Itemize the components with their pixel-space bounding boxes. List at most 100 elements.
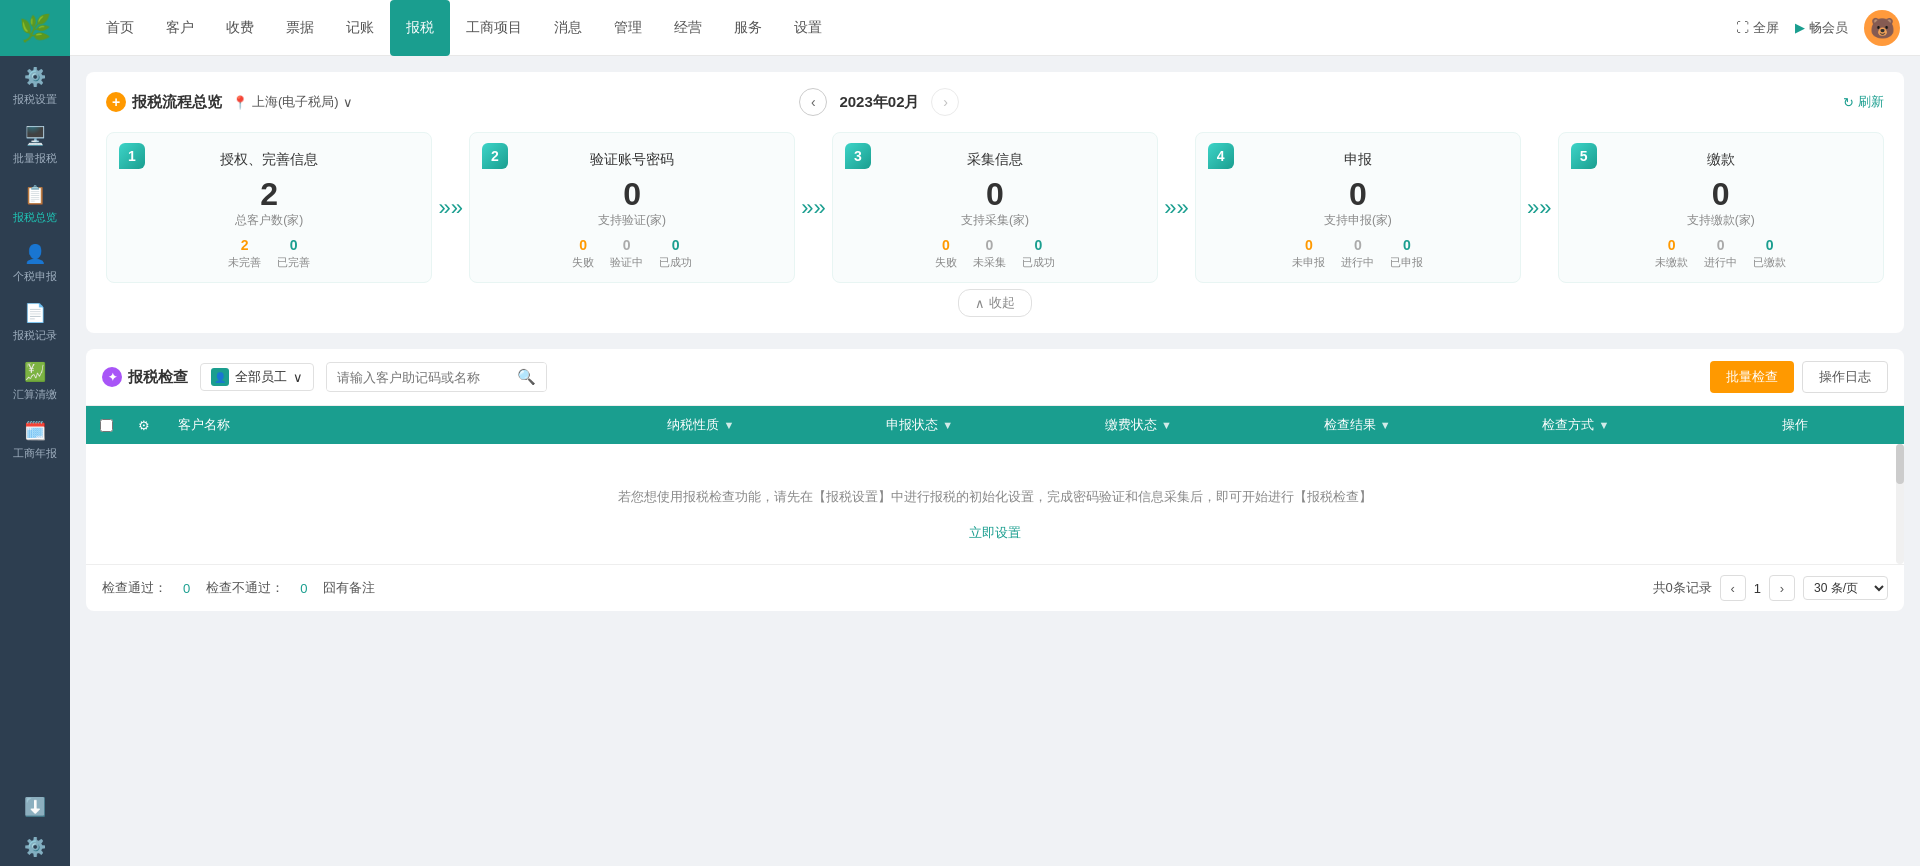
step-2-sub: 支持验证(家): [486, 212, 778, 229]
nav-invoice[interactable]: 票据: [270, 0, 330, 56]
collapse-up-icon: ∧: [975, 296, 985, 311]
step-2-num: 2: [482, 143, 508, 169]
th-declaration-status: 申报状态 ▼: [810, 406, 1029, 444]
nav-fee[interactable]: 收费: [210, 0, 270, 56]
sidebar-item-settings-bottom[interactable]: ⚙️: [0, 826, 70, 866]
sidebar-item-annual-report[interactable]: 🗓️ 工商年报: [0, 410, 70, 469]
month-navigator: ‹ 2023年02月 ›: [799, 88, 959, 116]
topbar-right: ⛶ 全屏 ▶ 畅会员 🐻: [1736, 10, 1900, 46]
step-1-stat-1-label: 已完善: [277, 255, 310, 270]
pass-label: 检查通过：: [102, 579, 167, 597]
annual-report-icon: 🗓️: [24, 420, 46, 442]
sidebar-item-settlement[interactable]: 💹 汇算清缴: [0, 351, 70, 410]
step-4: 4 申报 0 支持申报(家) 0 未申报 0 进行中: [1195, 132, 1521, 283]
nav-service[interactable]: 服务: [718, 0, 778, 56]
staff-selector[interactable]: 👤 全部员工 ∨: [200, 363, 314, 391]
th-check-method: 检查方式 ▼: [1467, 406, 1686, 444]
nav-tax[interactable]: 报税: [390, 0, 450, 56]
step-2-stat-0-label: 失败: [572, 255, 594, 270]
nav-business[interactable]: 工商项目: [450, 0, 538, 56]
chevron-down-icon: ∨: [293, 370, 303, 385]
pass-count[interactable]: 0: [183, 581, 190, 596]
step-2-stat-1-label: 验证中: [610, 255, 643, 270]
filter-icon-1[interactable]: ▼: [723, 419, 734, 431]
nav-message[interactable]: 消息: [538, 0, 598, 56]
fail-count[interactable]: 0: [300, 581, 307, 596]
step-4-stat-1: 0 进行中: [1341, 237, 1374, 270]
first-page-btn[interactable]: ‹: [1720, 575, 1746, 601]
per-page-select[interactable]: 30 条/页 50 条/页 100 条/页: [1803, 576, 1888, 600]
step-4-stat-2: 0 已申报: [1390, 237, 1423, 270]
step-4-stats: 0 未申报 0 进行中 0 已申报: [1212, 237, 1504, 270]
step-5-sub: 支持缴款(家): [1575, 212, 1867, 229]
nav-settings[interactable]: 设置: [778, 0, 838, 56]
filter-icon-2[interactable]: ▼: [942, 419, 953, 431]
sidebar-item-batch-tax[interactable]: 🖥️ 批量报税: [0, 115, 70, 174]
step-1-stat-0-num: 2: [241, 237, 249, 253]
settlement-icon: 💹: [24, 361, 46, 383]
tax-check-card: ✦ 报税检查 👤 全部员工 ∨ 🔍 批量检查 操作日志: [86, 349, 1904, 611]
steps-row: 1 授权、完善信息 2 总客户数(家) 2 未完善 0 已完善: [106, 132, 1884, 283]
step-1-num: 1: [119, 143, 145, 169]
table-header: ⚙ 客户名称 纳税性质 ▼ 申报状态 ▼ 缴费状态 ▼ 检查: [86, 406, 1904, 444]
next-month-btn[interactable]: ›: [931, 88, 959, 116]
download-icon: ⬇️: [24, 796, 46, 818]
step-4-num: 4: [1208, 143, 1234, 169]
step-1-sub: 总客户数(家): [123, 212, 415, 229]
nav-client[interactable]: 客户: [150, 0, 210, 56]
sidebar-item-personal-tax[interactable]: 👤 个税申报: [0, 233, 70, 292]
member-btn[interactable]: ▶ 畅会员: [1795, 19, 1848, 37]
sidebar-item-download[interactable]: ⬇️: [0, 786, 70, 826]
step-3-num: 3: [845, 143, 871, 169]
operation-log-btn[interactable]: 操作日志: [1802, 361, 1888, 393]
filter-icon-4[interactable]: ▼: [1380, 419, 1391, 431]
tax-records-icon: 📄: [24, 302, 46, 324]
chevron-down-icon: ∨: [343, 95, 353, 110]
step-4-stat-2-num: 0: [1403, 237, 1411, 253]
refresh-btn[interactable]: ↻ 刷新: [1843, 93, 1884, 111]
fullscreen-btn[interactable]: ⛶ 全屏: [1736, 19, 1779, 37]
step-5-stat-0-num: 0: [1668, 237, 1676, 253]
search-button[interactable]: 🔍: [507, 363, 546, 391]
th-checkbox[interactable]: [86, 406, 126, 444]
select-all-checkbox[interactable]: [100, 419, 113, 432]
collapse-btn[interactable]: ∧ 收起: [958, 289, 1032, 317]
step-5-stat-2-label: 已缴款: [1753, 255, 1786, 270]
next-page-btn[interactable]: ›: [1769, 575, 1795, 601]
nav-accounting[interactable]: 记账: [330, 0, 390, 56]
prev-month-btn[interactable]: ‹: [799, 88, 827, 116]
tax-settings-icon: ⚙️: [24, 66, 46, 88]
total-records: 共0条记录: [1653, 579, 1712, 597]
sidebar-item-tax-records[interactable]: 📄 报税记录: [0, 292, 70, 351]
nav-operation[interactable]: 经营: [658, 0, 718, 56]
th-gear[interactable]: ⚙: [126, 406, 162, 444]
step-2-title: 验证账号密码: [486, 151, 778, 169]
step-3-sub: 支持采集(家): [849, 212, 1141, 229]
nav-management[interactable]: 管理: [598, 0, 658, 56]
step-3-stat-2-num: 0: [1035, 237, 1043, 253]
location-icon: 📍: [232, 95, 248, 110]
batch-check-btn[interactable]: 批量检查: [1710, 361, 1794, 393]
settings-bottom-icon: ⚙️: [24, 836, 46, 858]
sidebar-item-tax-overview[interactable]: 📋 报税总览: [0, 174, 70, 233]
step-3-count: 0: [849, 177, 1141, 212]
fail-label: 检查不通过：: [206, 579, 284, 597]
filter-icon-5[interactable]: ▼: [1598, 419, 1609, 431]
search-input[interactable]: [327, 365, 507, 390]
step-5-stat-0-label: 未缴款: [1655, 255, 1688, 270]
check-header: ✦ 报税检查 👤 全部员工 ∨ 🔍 批量检查 操作日志: [86, 349, 1904, 406]
filter-icon-3[interactable]: ▼: [1161, 419, 1172, 431]
th-client-name: 客户名称: [162, 406, 592, 444]
step-3-stat-0-num: 0: [942, 237, 950, 253]
step-4-stat-0-label: 未申报: [1292, 255, 1325, 270]
process-overview-card: + 报税流程总览 📍 上海(电子税局) ∨ ‹ 2023年02月 › ↻ 刷新: [86, 72, 1904, 333]
nav-home[interactable]: 首页: [90, 0, 150, 56]
empty-message: 若您想使用报税检查功能，请先在【报税设置】中进行报税的初始化设置，完成密码验证和…: [106, 484, 1884, 510]
sidebar-item-tax-settings[interactable]: ⚙️ 报税设置: [0, 56, 70, 115]
setup-link[interactable]: 立即设置: [969, 525, 1021, 540]
process-title: + 报税流程总览: [106, 92, 222, 112]
location-selector[interactable]: 📍 上海(电子税局) ∨: [232, 93, 353, 111]
table-footer: 检查通过： 0 检查不通过： 0 囧有备注 共0条记录 ‹ 1 › 30 条/页…: [86, 564, 1904, 611]
avatar[interactable]: 🐻: [1864, 10, 1900, 46]
step-5-title: 缴款: [1575, 151, 1867, 169]
